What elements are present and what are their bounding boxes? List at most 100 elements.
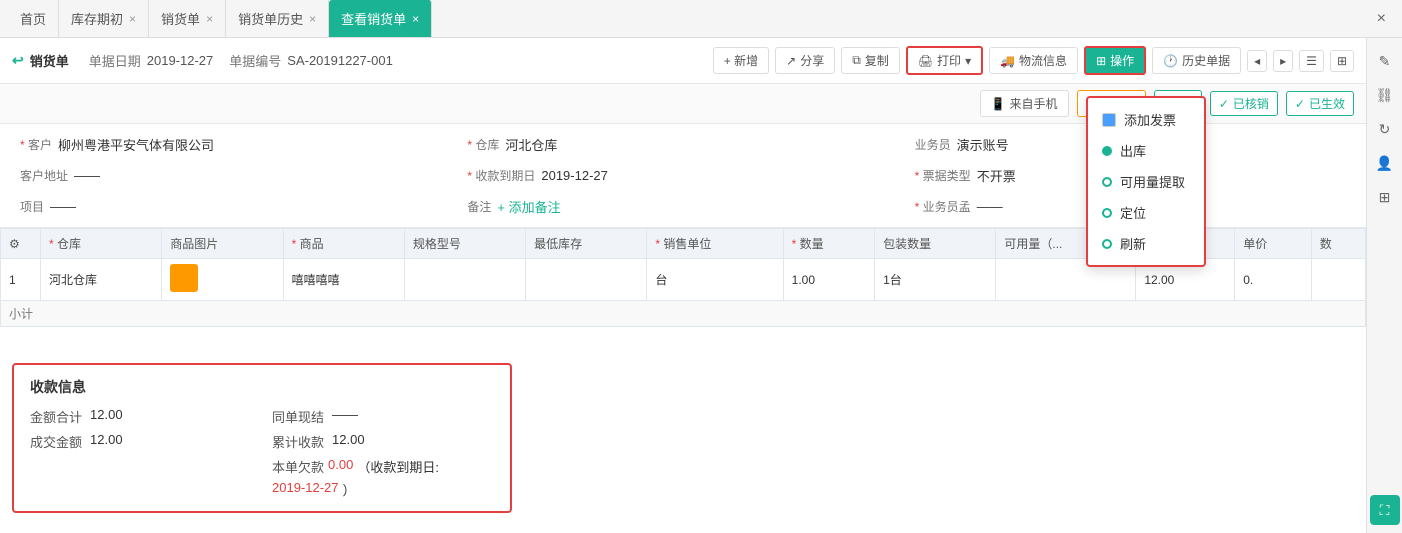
print-button-label: 打印 [937, 52, 961, 69]
balance-row: 本单欠款 0.00 （收款到期日: 2019-12-27 ） [272, 457, 494, 499]
dropdown-available-extract[interactable]: 可用量提取 [1088, 166, 1204, 197]
address-value: —— [74, 168, 100, 183]
amount-total-label: 金额合计 [30, 407, 82, 426]
doc-type-label: 销货单 [30, 51, 69, 70]
col-unit-price: 单价 [1235, 229, 1312, 259]
subtotal-row: 小计 [1, 301, 1366, 327]
tab-sales-order[interactable]: 销货单 × [149, 0, 226, 37]
share-button-label: 分享 [800, 52, 824, 69]
doc-date-field: 单据日期 2019-12-27 [89, 51, 214, 70]
doc-date-label: 单据日期 [89, 51, 141, 70]
warehouse-value: 河北仓库 [505, 135, 557, 154]
grid-view-button[interactable]: ⊞ [1330, 50, 1354, 72]
doc-number-label: 单据编号 [229, 51, 281, 70]
prev-button[interactable]: ◂ [1247, 50, 1267, 72]
row-min-stock [526, 259, 647, 301]
right-sidebar: ✎ ⛓ ↻ 👤 ⊞ ⛶ [1366, 38, 1402, 533]
dropdown-locate[interactable]: 定位 [1088, 197, 1204, 228]
copy-button[interactable]: ⧉ 复制 [841, 47, 900, 74]
payment-grid: 金额合计 12.00 同单现结 —— 成交金额 12.00 累计收款 12.00 [30, 407, 494, 499]
row-warehouse: 河北仓库 [41, 259, 162, 301]
action-button-label: 操作 [1110, 52, 1134, 69]
add-note-icon: + [497, 200, 508, 215]
col-settings[interactable]: ⚙ [1, 229, 41, 259]
available-extract-icon [1102, 177, 1112, 187]
sidebar-grid-icon[interactable]: ⊞ [1370, 182, 1400, 212]
tab-inventory-close[interactable]: × [129, 12, 136, 26]
tab-home[interactable]: 首页 [8, 0, 59, 37]
col-min-stock: 最低库存 [526, 229, 647, 259]
balance-due-date: 2019-12-27 [272, 480, 339, 499]
sidebar-user-icon[interactable]: 👤 [1370, 148, 1400, 178]
doc-header: ↩ 销货单 单据日期 2019-12-27 单据编号 SA-20191227-0… [0, 38, 1366, 84]
subtotal-label: 小计 [1, 301, 1366, 327]
from-phone-button[interactable]: 📱 来自手机 [980, 90, 1069, 117]
payment-date-label: 收款到期日 [467, 167, 535, 184]
doc-title: ↩ 销货单 [12, 51, 69, 70]
add-note-button[interactable]: + 添加备注 [497, 197, 560, 216]
col-product-img: 商品图片 [162, 229, 283, 259]
same-order-row: 同单现结 —— [272, 407, 494, 426]
check-circle-icon: ✓ [1219, 97, 1229, 111]
balance-due-end: ） [343, 480, 356, 499]
row-unit-price: 0. [1235, 259, 1312, 301]
tab-sales-order-close[interactable]: × [206, 12, 213, 26]
balance-label: 本单欠款 [272, 457, 324, 476]
col-model: 规格型号 [404, 229, 525, 259]
history-button[interactable]: 🕐 历史单据 [1152, 47, 1241, 74]
print-button[interactable]: 🖨 打印 ▾ [906, 46, 983, 75]
dropdown-outbound[interactable]: 出库 [1088, 135, 1204, 166]
next-button[interactable]: ▸ [1273, 50, 1293, 72]
tab-bar-close-button[interactable]: × [1369, 10, 1394, 28]
add-invoice-icon [1102, 113, 1116, 127]
tab-view-sales-close[interactable]: × [412, 12, 419, 26]
row-package-qty: 1台 [875, 259, 996, 301]
available-extract-label: 可用量提取 [1120, 172, 1185, 191]
action-dropdown: 添加发票 出库 可用量提取 定位 刷新 [1086, 96, 1206, 267]
row-quantity: 1.00 [783, 259, 874, 301]
action-button[interactable]: ⊞ 操作 [1084, 46, 1146, 75]
sidebar-link-icon[interactable]: ⛓ [1370, 80, 1400, 110]
row-product: 嘻嘻嘻嘻 [283, 259, 404, 301]
tab-sales-history[interactable]: 销货单历史 × [226, 0, 329, 37]
cumulative-value: 12.00 [332, 432, 365, 451]
payment-title: 收款信息 [30, 377, 494, 397]
outbound-label: 出库 [1120, 141, 1146, 160]
payment-date-value: 2019-12-27 [541, 168, 608, 183]
print-dropdown-arrow: ▾ [965, 54, 971, 68]
salesperson-value: —— [977, 199, 1003, 214]
refresh-label: 刷新 [1120, 234, 1146, 253]
new-button[interactable]: + 新增 [713, 47, 769, 74]
tab-sales-history-close[interactable]: × [309, 12, 316, 26]
phone-icon: 📱 [991, 97, 1006, 111]
tab-view-sales[interactable]: 查看销货单 × [329, 0, 432, 37]
row-product-img [162, 259, 283, 301]
warehouse-field: 仓库 河北仓库 [459, 132, 906, 157]
address-label: 客户地址 [20, 167, 68, 184]
share-button[interactable]: ↗ 分享 [775, 47, 835, 74]
doc-number-value: SA-20191227-001 [287, 53, 393, 68]
cumulative-label: 累计收款 [272, 432, 324, 451]
gear-icon: ⚙ [9, 237, 20, 251]
balance-due-label: （收款到期日: [357, 457, 439, 476]
same-order-label: 同单现结 [272, 407, 324, 426]
logistics-button[interactable]: 🚚 物流信息 [989, 47, 1078, 74]
sidebar-fullscreen-icon[interactable]: ⛶ [1370, 495, 1400, 525]
tab-view-sales-label: 查看销货单 [341, 9, 406, 28]
payment-info-box: 收款信息 金额合计 12.00 同单现结 —— 成交金额 12.00 累计收款 … [12, 363, 512, 513]
share-icon: ↗ [786, 54, 796, 68]
amount-total-value: 12.00 [90, 407, 123, 426]
sale-return-button[interactable]: ✓ 已核销 [1210, 91, 1278, 116]
copy-icon: ⧉ [852, 53, 861, 68]
customer-value: 柳州粤港平安气体有限公司 [58, 135, 214, 154]
sidebar-edit-icon[interactable]: ✎ [1370, 46, 1400, 76]
sidebar-refresh-icon[interactable]: ↻ [1370, 114, 1400, 144]
history-icon: 🕐 [1163, 54, 1178, 68]
doc-date-value: 2019-12-27 [147, 53, 214, 68]
row-index: 1 [1, 259, 41, 301]
dropdown-add-invoice[interactable]: 添加发票 [1088, 104, 1204, 135]
dropdown-refresh[interactable]: 刷新 [1088, 228, 1204, 259]
tab-inventory[interactable]: 库存期初 × [59, 0, 149, 37]
effective-button[interactable]: ✓ 已生效 [1286, 91, 1354, 116]
list-view-button[interactable]: ☰ [1299, 50, 1324, 72]
